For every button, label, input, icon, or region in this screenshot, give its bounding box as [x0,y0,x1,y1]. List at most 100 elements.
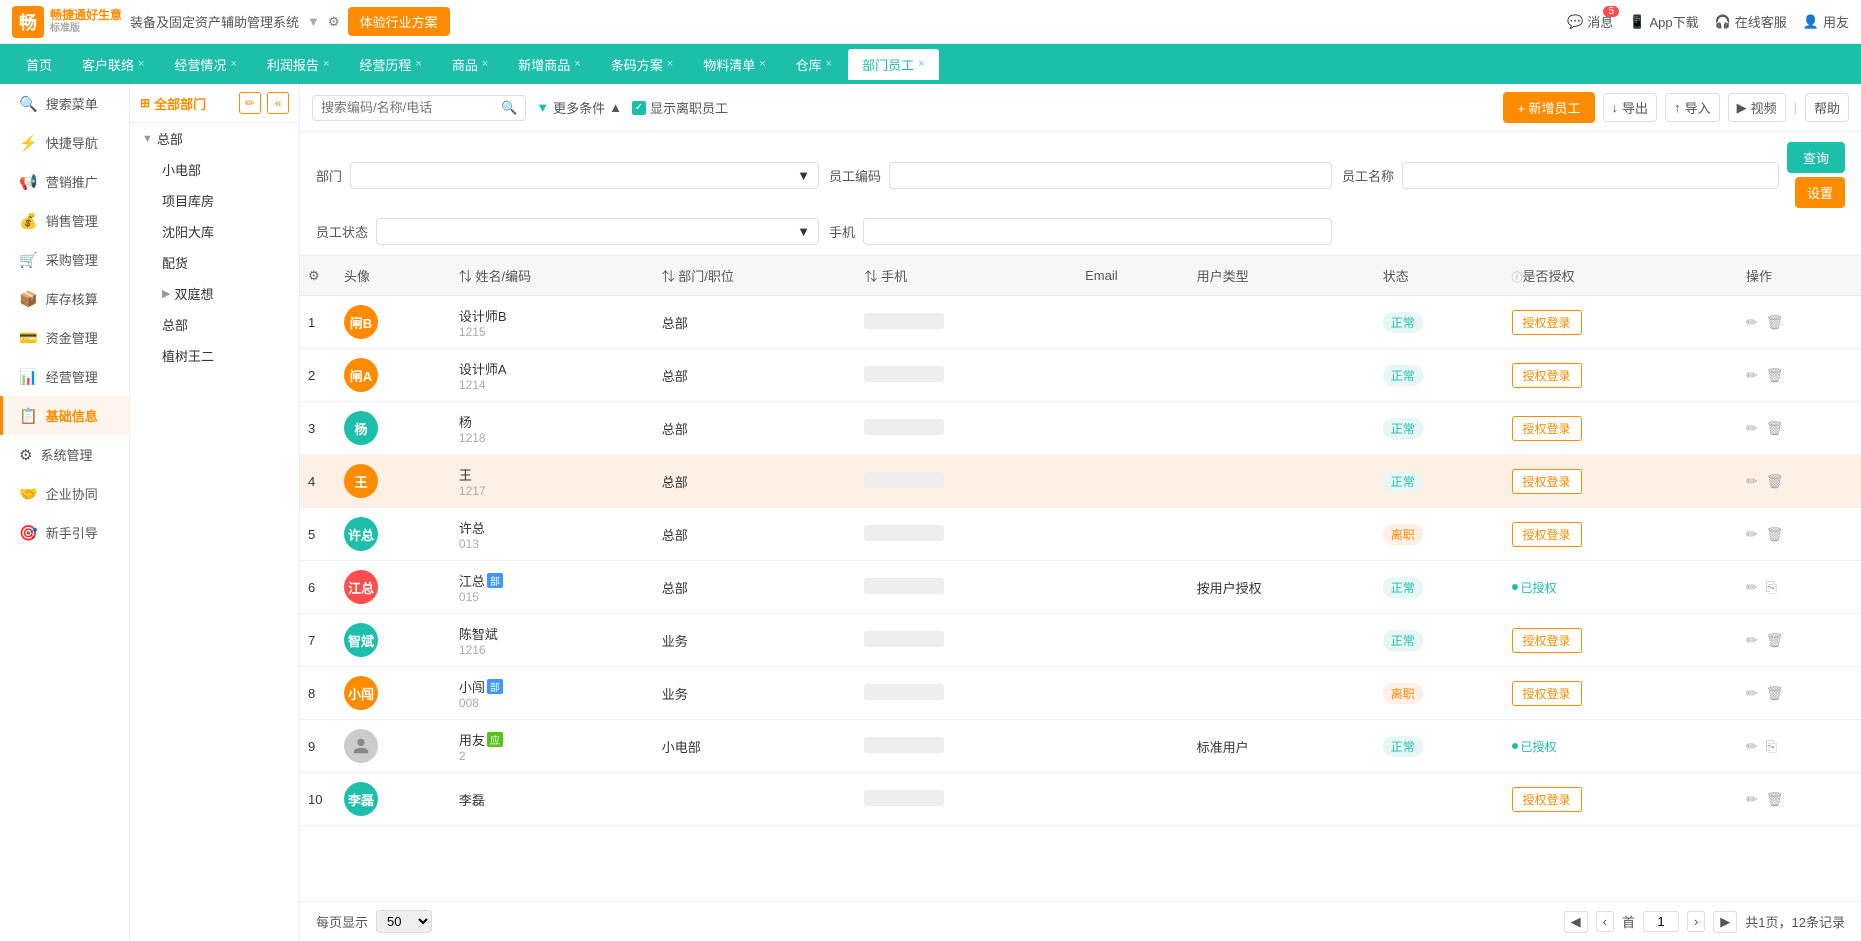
add-employee-button[interactable]: + 新增员工 [1503,92,1594,123]
emp-name-input[interactable] [1402,162,1779,189]
delete-icon[interactable]: 🗑 [1766,420,1784,437]
close-icon[interactable]: × [826,58,832,70]
tab-history[interactable]: 经营历程 × [345,49,435,80]
import-button[interactable]: ↑ 导入 [1665,93,1720,122]
first-page-button[interactable]: ◀ [1564,911,1588,933]
sidebar-item-guide[interactable]: 🎯 新手引导 [0,513,129,552]
export-button[interactable]: ↓ 导出 [1603,93,1658,122]
show-resign-toggle[interactable]: 显示离职员工 [632,98,728,117]
search-input-wrap[interactable]: 🔍 [312,95,526,121]
search-input[interactable] [321,100,501,115]
auth-button[interactable]: 授权登录 [1512,628,1582,653]
sidebar-item-collab[interactable]: 🤝 企业协同 [0,474,129,513]
edit-icon[interactable]: ✏ [1746,526,1758,543]
user-button[interactable]: 👤 用友 [1803,12,1849,31]
dept-node-shenyang[interactable]: 沈阳大库 [150,216,299,247]
close-icon[interactable]: × [230,58,236,70]
auth-button[interactable]: 授权登录 [1512,522,1582,547]
view-button[interactable]: ▶ 视频 [1728,93,1786,122]
tab-operation[interactable]: 经营情况 × [160,49,250,80]
tab-home[interactable]: 首页 [12,49,66,80]
edit-icon[interactable]: ✏ [1746,420,1758,437]
resign-checkbox[interactable] [632,101,646,115]
dept-node-zhishu[interactable]: 植树王二 [150,340,299,371]
auth-button[interactable]: 授权登录 [1512,310,1582,335]
emp-code-input[interactable] [889,162,1332,189]
edit-icon[interactable]: ✏ [1746,791,1758,808]
filter-more-button[interactable]: ▼ 更多条件 ▲ [536,98,622,117]
reset-button[interactable]: 设置 [1795,177,1845,208]
tab-warehouse[interactable]: 仓库 × [782,49,846,80]
online-service-button[interactable]: 🎧 在线客服 [1715,12,1787,31]
delete-icon[interactable]: 🗑 [1766,473,1784,490]
last-page-button[interactable]: ▶ [1713,911,1737,933]
edit-icon[interactable]: ✏ [1746,685,1758,702]
edit-icon[interactable]: ✏ [1746,367,1758,384]
current-page-input[interactable] [1643,911,1679,932]
per-page-select[interactable]: 50 100 [376,910,432,933]
dept-node-zongbu[interactable]: ▼ 总部 [130,123,299,154]
tab-barcode[interactable]: 条码方案 × [597,49,687,80]
close-icon[interactable]: × [667,58,673,70]
sidebar-item-search[interactable]: 🔍 搜索菜单 [0,84,129,123]
tab-profit[interactable]: 利润报告 × [253,49,343,80]
col-phone[interactable]: ⇅ 手机 [856,256,1077,296]
close-icon[interactable]: × [482,58,488,70]
dept-node-peihuo[interactable]: 配货 [150,247,299,278]
copy-icon[interactable]: ⎘ [1766,738,1777,755]
delete-icon[interactable]: 🗑 [1766,367,1784,384]
phone-input[interactable] [863,218,1332,245]
sidebar-item-sales[interactable]: 💰 销售管理 [0,201,129,240]
sidebar-item-business[interactable]: 📊 经营管理 [0,357,129,396]
status-select[interactable]: ▼ [376,218,819,245]
delete-icon[interactable]: 🗑 [1766,791,1784,808]
sidebar-item-finance[interactable]: 💳 资金管理 [0,318,129,357]
trial-button[interactable]: 体验行业方案 [348,7,450,36]
delete-icon[interactable]: 🗑 [1766,314,1784,331]
edit-icon[interactable]: ✏ [1746,632,1758,649]
copy-icon[interactable]: ⎘ [1766,579,1777,596]
dept-collapse-icon[interactable]: « [267,92,289,114]
auth-button[interactable]: 授权登录 [1512,787,1582,812]
delete-icon[interactable]: 🗑 [1766,632,1784,649]
delete-icon[interactable]: 🗑 [1766,685,1784,702]
tab-employee[interactable]: 部门员工 × [848,49,938,80]
close-icon[interactable]: × [323,58,329,70]
next-page-button[interactable]: › [1687,911,1705,932]
tab-customer[interactable]: 客户联络 × [68,49,158,80]
dept-node-shuangting[interactable]: ▶ 双庭想 [150,278,299,309]
close-icon[interactable]: × [415,58,421,70]
settings-icon[interactable]: ⚙ [328,14,340,30]
close-icon[interactable]: × [138,58,144,70]
search-icon[interactable]: 🔍 [501,100,517,116]
auth-button[interactable]: 授权登录 [1512,416,1582,441]
col-name[interactable]: ⇅ 姓名/编码 [451,256,654,296]
col-dept[interactable]: ⇅ 部门/职位 [654,256,857,296]
all-dept-label[interactable]: ⊞ 全部部门 [140,94,206,113]
dept-edit-icon[interactable]: ✏ [239,92,261,114]
close-icon[interactable]: × [918,58,924,70]
dept-node-xiang[interactable]: 项目库房 [150,185,299,216]
close-icon[interactable]: × [574,58,580,70]
sidebar-item-marketing[interactable]: 📢 营销推广 [0,162,129,201]
sidebar-item-nav[interactable]: ⚡ 快捷导航 [0,123,129,162]
tab-bom[interactable]: 物料清单 × [689,49,779,80]
help-button[interactable]: 帮助 [1805,93,1849,122]
tab-goods[interactable]: 商品 × [438,49,502,80]
col-setting[interactable]: ⚙ [300,256,336,296]
auth-button[interactable]: 授权登录 [1512,681,1582,706]
tab-add-goods[interactable]: 新增商品 × [504,49,594,80]
delete-icon[interactable]: 🗑 [1766,526,1784,543]
close-icon[interactable]: × [759,58,765,70]
edit-icon[interactable]: ✏ [1746,314,1758,331]
edit-icon[interactable]: ✏ [1746,738,1758,755]
sidebar-item-inventory[interactable]: 📦 库存核算 [0,279,129,318]
app-download-button[interactable]: 📱 App下载 [1629,12,1698,31]
query-button[interactable]: 查询 [1787,142,1845,173]
auth-button[interactable]: 授权登录 [1512,363,1582,388]
dropdown-icon[interactable]: ▼ [307,14,320,29]
col-setting-icon[interactable]: ⚙ [308,268,320,283]
edit-icon[interactable]: ✏ [1746,473,1758,490]
message-button[interactable]: 💬 5 消息 [1567,12,1613,31]
sidebar-item-system[interactable]: ⚙ 系统管理 [0,435,129,474]
